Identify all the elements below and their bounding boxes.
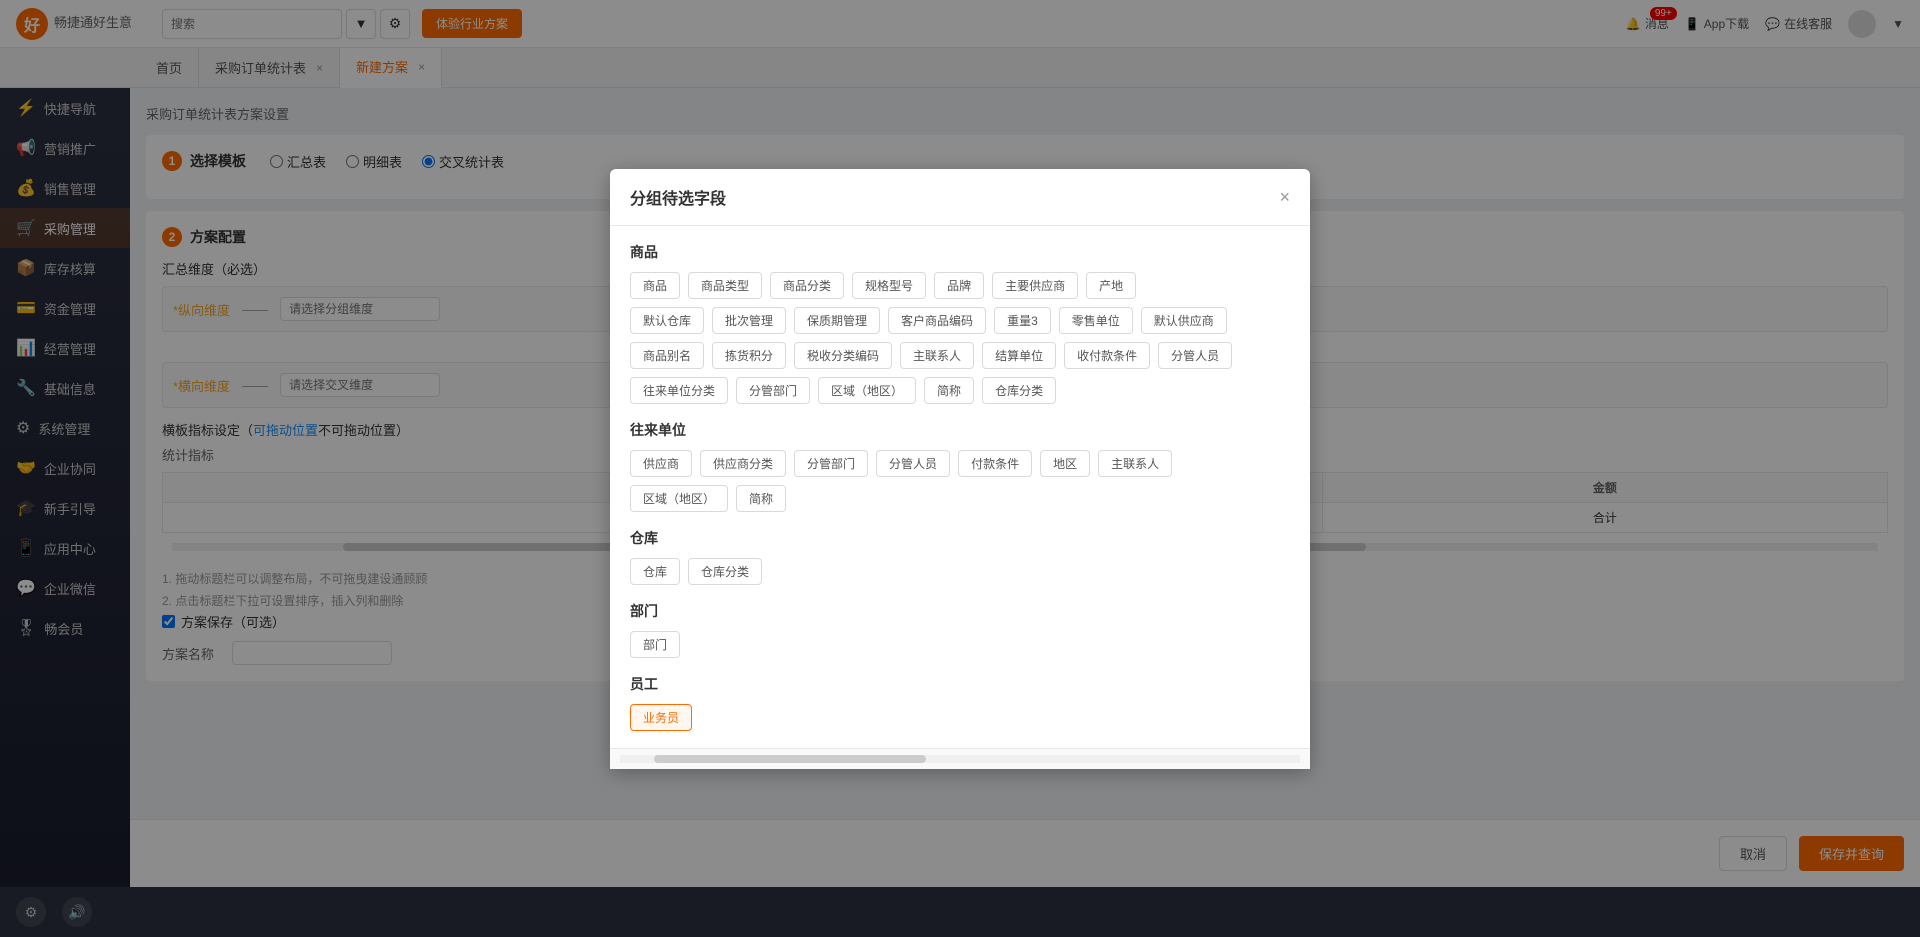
dialog-title: 分组待选字段 (630, 185, 726, 209)
tag-goods-1[interactable]: 商品类型 (688, 272, 762, 299)
tag-goods-6[interactable]: 产地 (1086, 272, 1136, 299)
tag-goods-25[interactable]: 仓库分类 (982, 377, 1056, 404)
tag-goods-18[interactable]: 结算单位 (982, 342, 1056, 369)
tag-warehouse-0[interactable]: 仓库 (630, 558, 680, 585)
tag-goods-3[interactable]: 规格型号 (852, 272, 926, 299)
tag-group-goods-4: 往来单位分类 分管部门 区域（地区） 简称 仓库分类 (630, 377, 1290, 404)
tag-goods-10[interactable]: 客户商品编码 (888, 307, 986, 334)
tag-group-goods: 商品 商品类型 商品分类 规格型号 品牌 主要供应商 产地 (630, 272, 1290, 299)
tag-goods-15[interactable]: 拣货积分 (712, 342, 786, 369)
tag-goods-16[interactable]: 税收分类编码 (794, 342, 892, 369)
tag-goods-17[interactable]: 主联系人 (900, 342, 974, 369)
dialog-body: 商品 商品 商品类型 商品分类 规格型号 品牌 主要供应商 产地 默认仓库 批次… (610, 226, 1310, 748)
tag-warehouse-1[interactable]: 仓库分类 (688, 558, 762, 585)
tag-goods-12[interactable]: 零售单位 (1059, 307, 1133, 334)
tag-partner-8[interactable]: 简称 (736, 485, 786, 512)
tag-partner-5[interactable]: 地区 (1040, 450, 1090, 477)
tag-employee-0[interactable]: 业务员 (630, 704, 692, 731)
tag-goods-4[interactable]: 品牌 (934, 272, 984, 299)
tag-goods-7[interactable]: 默认仓库 (630, 307, 704, 334)
tag-goods-5[interactable]: 主要供应商 (992, 272, 1078, 299)
tag-goods-11[interactable]: 重量3 (994, 307, 1051, 334)
tag-partner-7[interactable]: 区域（地区） (630, 485, 728, 512)
tag-goods-13[interactable]: 默认供应商 (1141, 307, 1227, 334)
tag-partner-3[interactable]: 分管人员 (876, 450, 950, 477)
tag-goods-21[interactable]: 往来单位分类 (630, 377, 728, 404)
tag-goods-9[interactable]: 保质期管理 (794, 307, 880, 334)
tag-goods-20[interactable]: 分管人员 (1158, 342, 1232, 369)
tag-goods-19[interactable]: 收付款条件 (1064, 342, 1150, 369)
dialog-header: 分组待选字段 × (610, 169, 1310, 226)
dialog-hscroll[interactable] (610, 748, 1310, 769)
tag-group-partner-2: 区域（地区） 简称 (630, 485, 1290, 512)
dialog-overlay: 分组待选字段 × 商品 商品 商品类型 商品分类 规格型号 品牌 主要供应商 产… (0, 0, 1920, 937)
section-title-dept: 部门 (630, 601, 1290, 621)
tag-goods-0[interactable]: 商品 (630, 272, 680, 299)
tag-partner-0[interactable]: 供应商 (630, 450, 692, 477)
tag-group-employee: 业务员 (630, 704, 1290, 731)
tag-goods-2[interactable]: 商品分类 (770, 272, 844, 299)
tag-goods-23[interactable]: 区域（地区） (818, 377, 916, 404)
dialog: 分组待选字段 × 商品 商品 商品类型 商品分类 规格型号 品牌 主要供应商 产… (610, 169, 1310, 769)
tag-goods-8[interactable]: 批次管理 (712, 307, 786, 334)
tag-group-partner: 供应商 供应商分类 分管部门 分管人员 付款条件 地区 主联系人 (630, 450, 1290, 477)
tag-goods-14[interactable]: 商品别名 (630, 342, 704, 369)
section-title-partner: 往来单位 (630, 420, 1290, 440)
tag-goods-22[interactable]: 分管部门 (736, 377, 810, 404)
tag-group-goods-2: 默认仓库 批次管理 保质期管理 客户商品编码 重量3 零售单位 默认供应商 (630, 307, 1290, 334)
tag-partner-4[interactable]: 付款条件 (958, 450, 1032, 477)
section-title-employee: 员工 (630, 674, 1290, 694)
tag-partner-1[interactable]: 供应商分类 (700, 450, 786, 477)
dialog-close-button[interactable]: × (1279, 188, 1290, 206)
section-title-warehouse: 仓库 (630, 528, 1290, 548)
tag-partner-2[interactable]: 分管部门 (794, 450, 868, 477)
tag-group-dept: 部门 (630, 631, 1290, 658)
tag-goods-24[interactable]: 简称 (924, 377, 974, 404)
tag-dept-0[interactable]: 部门 (630, 631, 680, 658)
section-title-goods: 商品 (630, 242, 1290, 262)
tag-group-warehouse: 仓库 仓库分类 (630, 558, 1290, 585)
tag-group-goods-3: 商品别名 拣货积分 税收分类编码 主联系人 结算单位 收付款条件 分管人员 (630, 342, 1290, 369)
tag-partner-6[interactable]: 主联系人 (1098, 450, 1172, 477)
